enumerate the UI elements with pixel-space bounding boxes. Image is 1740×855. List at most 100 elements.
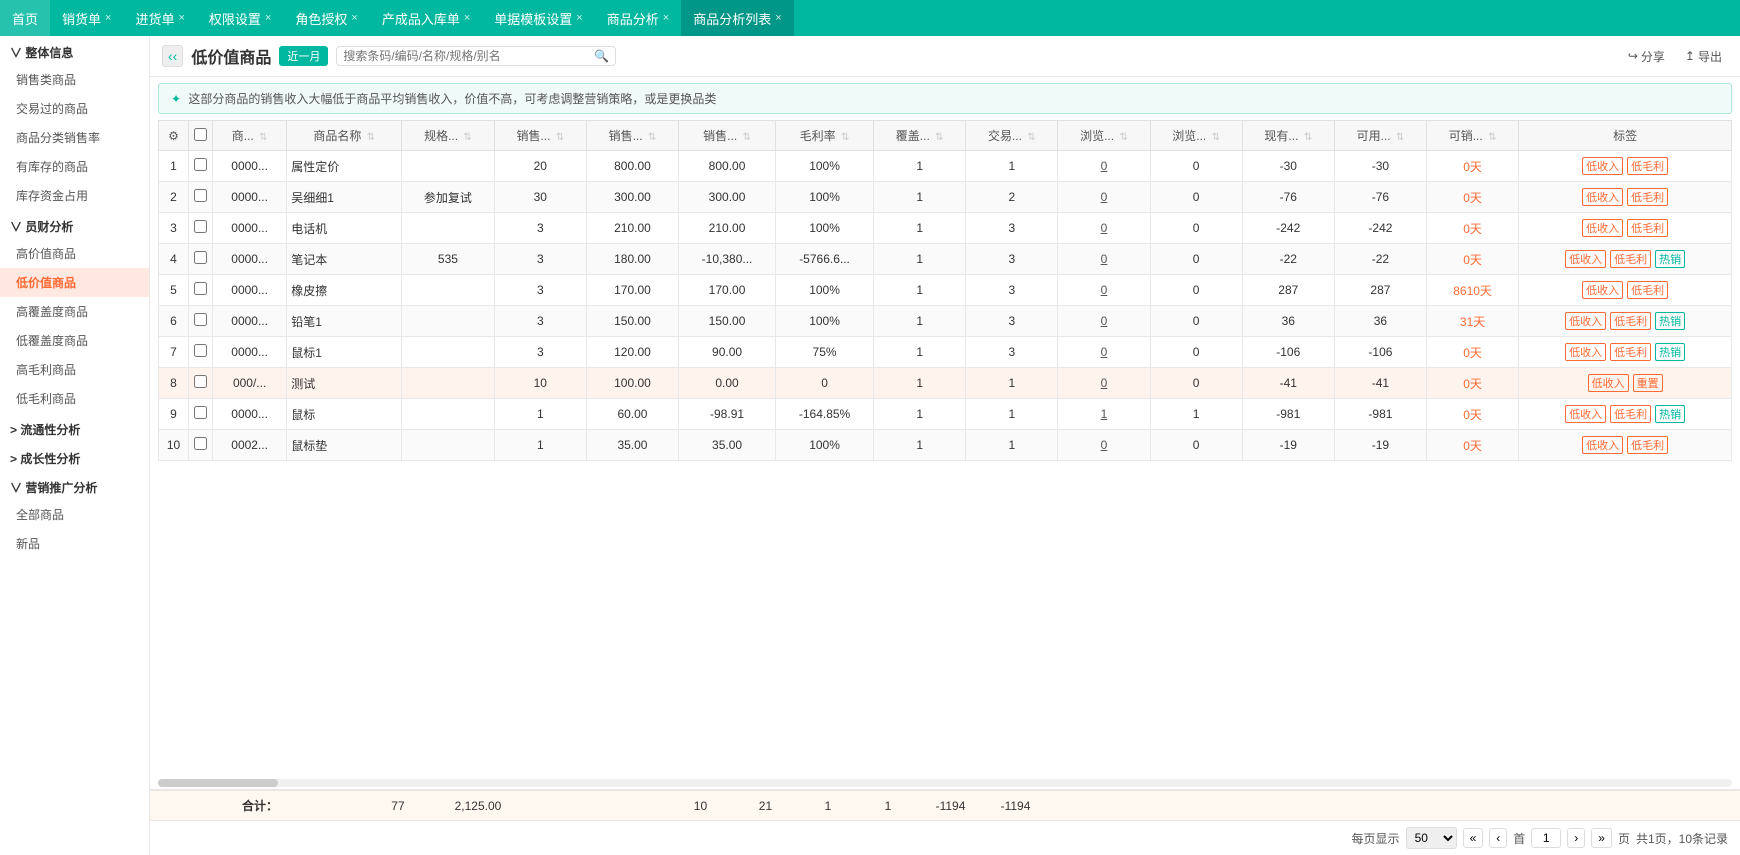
nav-purchase-close[interactable]: × xyxy=(178,12,184,24)
last-page-button[interactable]: » xyxy=(1591,828,1612,848)
td-checkbox[interactable] xyxy=(189,368,213,399)
select-all-checkbox[interactable] xyxy=(194,128,207,141)
th-sellable-stock[interactable]: 可销... ⇅ xyxy=(1427,121,1519,151)
td-browse1[interactable]: 0 xyxy=(1058,337,1150,368)
th-trade[interactable]: 交易... ⇅ xyxy=(966,121,1058,151)
sidebar-item-low-coverage[interactable]: 低覆盖度商品 xyxy=(0,326,149,355)
nav-permission[interactable]: 权限设置 × xyxy=(197,0,283,36)
th-code[interactable]: 商... ⇅ xyxy=(213,121,287,151)
sidebar-item-high-margin[interactable]: 高毛利商品 xyxy=(0,355,149,384)
search-input[interactable] xyxy=(343,49,594,63)
td-browse1[interactable]: 0 xyxy=(1058,151,1150,182)
sidebar-item-high-coverage[interactable]: 高覆盖度商品 xyxy=(0,297,149,326)
td-checkbox[interactable] xyxy=(189,244,213,275)
th-browse1[interactable]: 浏览... ⇅ xyxy=(1058,121,1150,151)
td-checkbox[interactable] xyxy=(189,182,213,213)
share-button[interactable]: ↪ 分享 xyxy=(1622,46,1671,67)
th-settings[interactable]: ⚙ xyxy=(159,121,189,151)
browse-link[interactable]: 0 xyxy=(1101,221,1108,235)
sidebar-item-stock-products[interactable]: 有库存的商品 xyxy=(0,152,149,181)
th-browse2[interactable]: 浏览... ⇅ xyxy=(1150,121,1242,151)
table-container[interactable]: ⚙ 商... ⇅ 商品名称 ⇅ 规格... ⇅ 销售... ⇅ 销售... ⇅ … xyxy=(150,120,1740,779)
td-checkbox[interactable] xyxy=(189,337,213,368)
per-page-select[interactable]: 50 100 200 xyxy=(1406,827,1457,849)
browse-link[interactable]: 0 xyxy=(1101,376,1108,390)
nav-home[interactable]: 首页 xyxy=(0,0,50,36)
td-browse1[interactable]: 0 xyxy=(1058,306,1150,337)
td-checkbox[interactable] xyxy=(189,399,213,430)
sidebar-item-stock-funds[interactable]: 库存资金占用 xyxy=(0,181,149,210)
nav-product-analysis-close[interactable]: × xyxy=(663,12,669,24)
th-name[interactable]: 商品名称 ⇅ xyxy=(287,121,402,151)
th-sales-amount[interactable]: 销售... ⇅ xyxy=(679,121,776,151)
sidebar-item-sales-products[interactable]: 销售类商品 xyxy=(0,65,149,94)
td-browse1[interactable]: 0 xyxy=(1058,430,1150,461)
nav-template-close[interactable]: × xyxy=(576,12,582,24)
sidebar-item-category-sales-rate[interactable]: 商品分类销售率 xyxy=(0,123,149,152)
th-sales-qty[interactable]: 销售... ⇅ xyxy=(494,121,586,151)
row-checkbox[interactable] xyxy=(194,437,207,450)
th-sales-price[interactable]: 销售... ⇅ xyxy=(586,121,678,151)
row-checkbox[interactable] xyxy=(194,406,207,419)
sidebar-item-low-margin[interactable]: 低毛利商品 xyxy=(0,384,149,413)
nav-product-analysis[interactable]: 商品分析 × xyxy=(595,0,681,36)
time-badge[interactable]: 近一月 xyxy=(279,46,328,66)
sidebar-group-circulation[interactable]: > 流通性分析 xyxy=(0,413,149,442)
browse-link[interactable]: 0 xyxy=(1101,314,1108,328)
sidebar-group-financial[interactable]: ∨ 员财分析 xyxy=(0,210,149,239)
nav-sales[interactable]: 销货单 × xyxy=(50,0,123,36)
scrollbar-thumb[interactable] xyxy=(158,779,278,787)
th-coverage[interactable]: 覆盖... ⇅ xyxy=(874,121,966,151)
nav-template[interactable]: 单据模板设置 × xyxy=(482,0,594,36)
sidebar-item-traded-products[interactable]: 交易过的商品 xyxy=(0,94,149,123)
browse-link[interactable]: 0 xyxy=(1101,159,1108,173)
browse-link[interactable]: 0 xyxy=(1101,438,1108,452)
row-checkbox[interactable] xyxy=(194,189,207,202)
th-spec[interactable]: 规格... ⇅ xyxy=(402,121,495,151)
sidebar-item-all-products[interactable]: 全部商品 xyxy=(0,500,149,529)
th-margin-rate[interactable]: 毛利率 ⇅ xyxy=(776,121,874,151)
row-checkbox[interactable] xyxy=(194,158,207,171)
td-browse1[interactable]: 0 xyxy=(1058,368,1150,399)
horizontal-scrollbar[interactable] xyxy=(158,779,1732,787)
td-browse1[interactable]: 0 xyxy=(1058,275,1150,306)
row-checkbox[interactable] xyxy=(194,344,207,357)
sidebar-item-new-products[interactable]: 新品 xyxy=(0,529,149,558)
td-checkbox[interactable] xyxy=(189,306,213,337)
sidebar-item-high-value[interactable]: 高价值商品 xyxy=(0,239,149,268)
nav-product-in-close[interactable]: × xyxy=(464,12,470,24)
search-icon[interactable]: 🔍 xyxy=(594,49,609,63)
sidebar-group-growth[interactable]: > 成长性分析 xyxy=(0,442,149,471)
td-checkbox[interactable] xyxy=(189,151,213,182)
nav-product-analysis-list-close[interactable]: × xyxy=(775,12,781,24)
td-checkbox[interactable] xyxy=(189,430,213,461)
sidebar-group-overall[interactable]: ∨ 整体信息 xyxy=(0,36,149,65)
td-browse1[interactable]: 0 xyxy=(1058,244,1150,275)
td-browse1[interactable]: 0 xyxy=(1058,213,1150,244)
th-current-stock[interactable]: 现有... ⇅ xyxy=(1242,121,1334,151)
nav-product-in[interactable]: 产成品入库单 × xyxy=(370,0,482,36)
sidebar-item-low-value[interactable]: 低价值商品 xyxy=(0,268,149,297)
row-checkbox[interactable] xyxy=(194,282,207,295)
collapse-sidebar-button[interactable]: ‹‹ xyxy=(162,45,183,67)
sidebar-group-marketing[interactable]: ∨ 营销推广分析 xyxy=(0,471,149,500)
row-checkbox[interactable] xyxy=(194,375,207,388)
browse-link[interactable]: 0 xyxy=(1101,190,1108,204)
row-checkbox[interactable] xyxy=(194,313,207,326)
row-checkbox[interactable] xyxy=(194,220,207,233)
th-available-stock[interactable]: 可用... ⇅ xyxy=(1334,121,1426,151)
nav-permission-close[interactable]: × xyxy=(265,12,271,24)
first-page-button[interactable]: « xyxy=(1463,828,1484,848)
export-button[interactable]: ↥ 导出 xyxy=(1679,46,1728,67)
nav-role-close[interactable]: × xyxy=(351,12,357,24)
nav-purchase[interactable]: 进货单 × xyxy=(123,0,196,36)
nav-product-analysis-list[interactable]: 商品分析列表 × xyxy=(681,0,793,36)
nav-role[interactable]: 角色授权 × xyxy=(283,0,369,36)
prev-page-button[interactable]: ‹ xyxy=(1489,828,1507,848)
browse-link[interactable]: 1 xyxy=(1101,407,1108,421)
row-checkbox[interactable] xyxy=(194,251,207,264)
browse-link[interactable]: 0 xyxy=(1101,283,1108,297)
browse-link[interactable]: 0 xyxy=(1101,345,1108,359)
browse-link[interactable]: 0 xyxy=(1101,252,1108,266)
td-checkbox[interactable] xyxy=(189,275,213,306)
